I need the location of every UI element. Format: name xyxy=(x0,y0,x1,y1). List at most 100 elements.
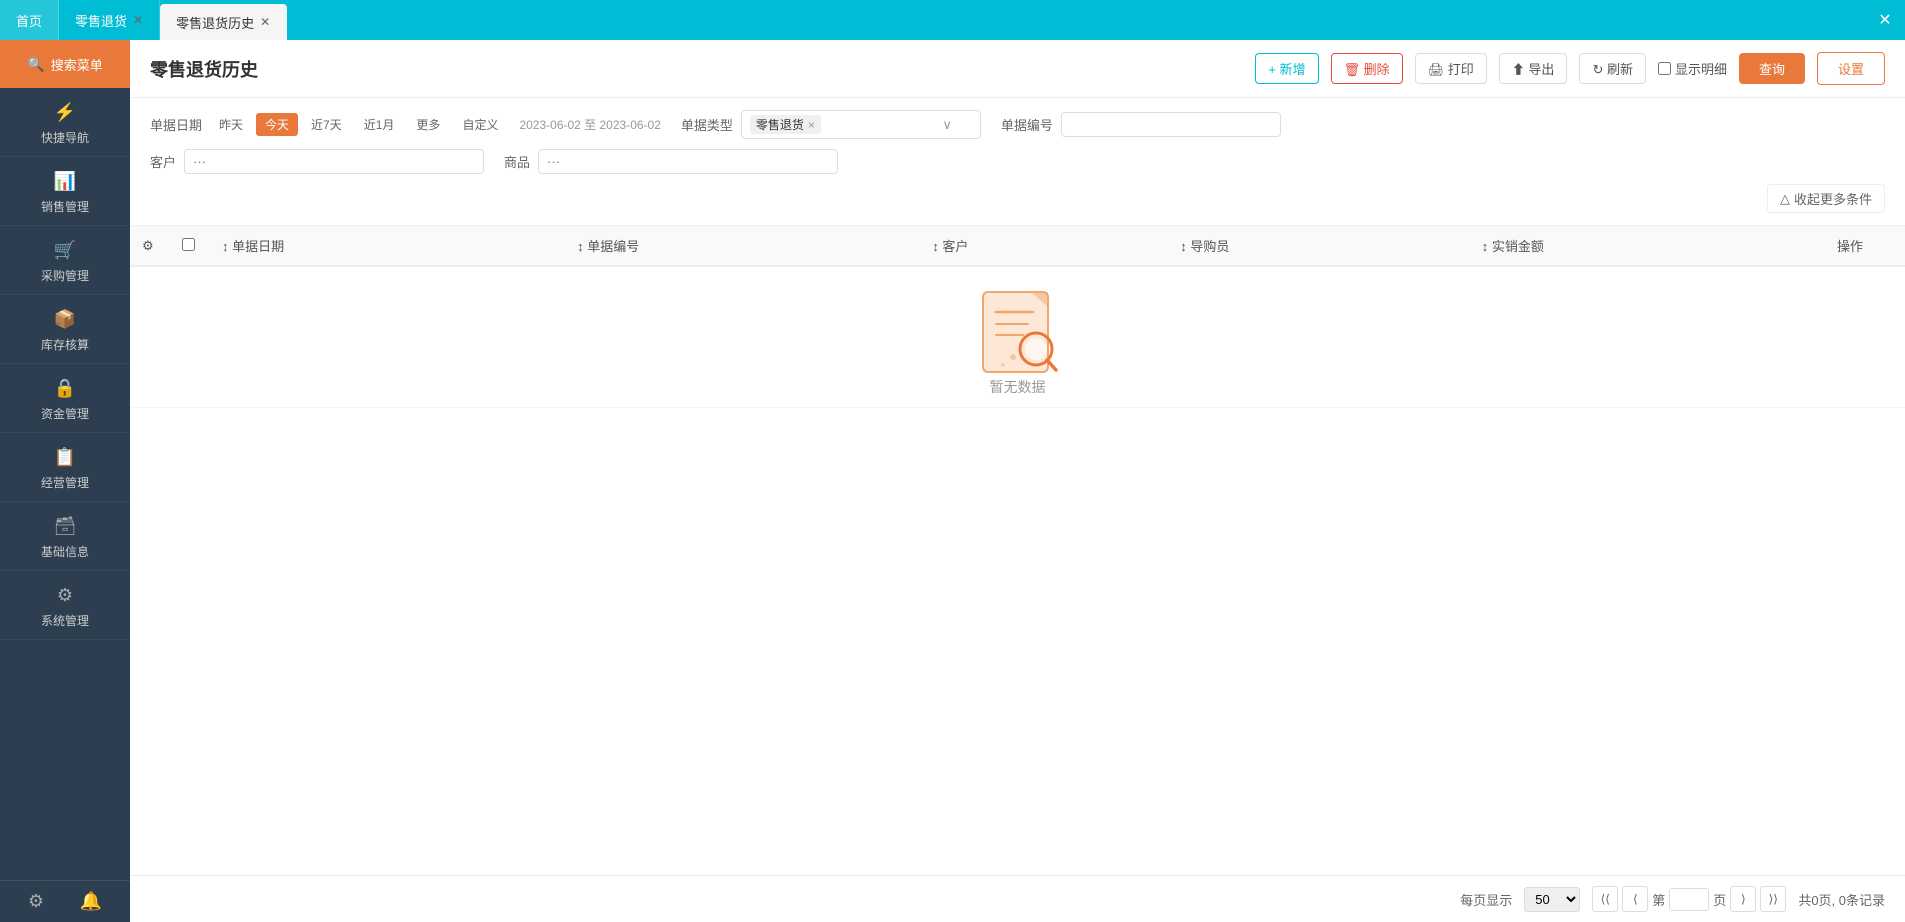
sales-icon: 📊 xyxy=(54,171,76,192)
th-amount-label: ↕ 实销金额 xyxy=(1482,239,1544,254)
export-button[interactable]: ⬆ 导出 xyxy=(1499,53,1568,84)
date-btn-more[interactable]: 更多 xyxy=(407,113,449,136)
sidebar-search-label: 搜索菜单 xyxy=(51,55,103,74)
display-detail-checkbox[interactable] xyxy=(1658,62,1671,75)
table-body: 暂无数据 xyxy=(130,266,1905,408)
th-guide[interactable]: ↕ 导购员 xyxy=(1168,226,1470,266)
collapse-btn-label: 收起更多条件 xyxy=(1794,189,1872,208)
header-actions: + 新增 🗑 删除 🖨 打印 ⬆ 导出 ↻ 刷新 显示明细 查询 设置 xyxy=(1255,52,1885,85)
sidebar-item-sales-label: 销售管理 xyxy=(41,198,89,215)
tab-home-label: 首页 xyxy=(16,11,42,30)
new-button[interactable]: + 新增 xyxy=(1255,53,1318,84)
goods-label: 商品 xyxy=(504,152,530,171)
sidebar-footer: ⚙ 🔔 xyxy=(0,880,130,922)
tab-retail-return-history-label: 零售退货历史 xyxy=(176,13,254,32)
delete-button[interactable]: 🗑 删除 xyxy=(1331,53,1403,84)
sidebar-item-finance[interactable]: 🔒 资金管理 xyxy=(0,364,130,433)
th-amount[interactable]: ↕ 实销金额 xyxy=(1470,226,1825,266)
refresh-button[interactable]: ↻ 刷新 xyxy=(1579,53,1646,84)
date-btn-yesterday[interactable]: 昨天 xyxy=(210,113,252,136)
th-guide-label: ↕ 导购员 xyxy=(1180,239,1229,254)
th-doc-date-label: ↕ 单据日期 xyxy=(222,239,284,254)
select-all-checkbox[interactable] xyxy=(182,238,195,251)
sidebar-item-finance-label: 资金管理 xyxy=(41,405,89,422)
goods-filter-group: 商品 xyxy=(504,149,838,174)
tab-home[interactable]: 首页 xyxy=(0,0,59,40)
collapse-button[interactable]: △ 收起更多条件 xyxy=(1767,184,1885,213)
doc-type-filter-group: 单据类型 零售退货 × ∨ xyxy=(681,110,981,139)
th-ops-label: 操作 xyxy=(1837,239,1863,254)
doc-type-select[interactable]: 零售退货 × ∨ xyxy=(741,110,981,139)
purchase-icon: 🛒 xyxy=(54,240,76,261)
no-data-wrapper: 暂无数据 xyxy=(142,277,1893,397)
th-doc-number[interactable]: ↕ 单据编号 xyxy=(565,226,920,266)
doc-type-tag-text: 零售退货 xyxy=(756,116,804,133)
set-button[interactable]: 设置 xyxy=(1817,52,1885,85)
per-page-select[interactable]: 10 20 50 100 xyxy=(1524,887,1580,912)
display-detail-label: 显示明细 xyxy=(1675,59,1727,78)
doc-type-chevron-icon: ∨ xyxy=(942,117,952,133)
th-doc-number-label: ↕ 单据编号 xyxy=(577,239,639,254)
customer-label: 客户 xyxy=(150,152,176,171)
doc-type-label: 单据类型 xyxy=(681,115,733,134)
page-title: 零售退货历史 xyxy=(150,56,258,82)
sidebar-item-purchase-mgmt[interactable]: 🛒 采购管理 xyxy=(0,226,130,295)
page-input[interactable]: 1 xyxy=(1669,888,1709,911)
settings-icon[interactable]: ⚙ xyxy=(142,238,154,253)
sidebar-item-system-mgmt[interactable]: ⚙ 系统管理 xyxy=(0,571,130,640)
table-footer: 每页显示 10 20 50 100 ⟨⟨ ⟨ 第 1 页 ⟩ ⟩⟩ 共0页, 0… xyxy=(130,875,1905,922)
date-btn-last7[interactable]: 近7天 xyxy=(302,113,351,136)
last-page-btn[interactable]: ⟩⟩ xyxy=(1760,886,1786,912)
print-button[interactable]: 🖨 打印 xyxy=(1415,53,1487,84)
customer-filter-group: 客户 xyxy=(150,149,484,174)
collapse-up-icon: △ xyxy=(1780,191,1790,207)
sidebar-item-operations-label: 经营管理 xyxy=(41,474,89,491)
prev-page-btn[interactable]: ⟨ xyxy=(1622,886,1648,912)
finance-icon: 🔒 xyxy=(54,378,76,399)
collapse-area: △ 收起更多条件 xyxy=(150,184,1885,213)
system-icon: ⚙ xyxy=(57,585,73,606)
th-settings[interactable]: ⚙ xyxy=(130,226,170,266)
sidebar-item-quick-nav[interactable]: ⚡ 快捷导航 xyxy=(0,88,130,157)
tab-list: 首页 零售退货 ✕ 零售退货历史 ✕ xyxy=(0,0,1865,40)
tab-retail-return-close[interactable]: ✕ xyxy=(133,13,143,27)
doc-number-input[interactable] xyxy=(1061,112,1281,137)
table-container: ⚙ ↕ 单据日期 ↕ 单据编号 ↕ 客户 xyxy=(130,226,1905,875)
empty-state-cell: 暂无数据 xyxy=(130,266,1905,408)
th-doc-date[interactable]: ↕ 单据日期 xyxy=(210,226,565,266)
window-close-btn[interactable]: ✕ xyxy=(1865,10,1905,30)
notification-icon[interactable]: 🔔 xyxy=(80,891,102,912)
goods-input[interactable] xyxy=(538,149,838,174)
date-btn-last-month[interactable]: 近1月 xyxy=(355,113,404,136)
display-detail-check[interactable]: 显示明细 xyxy=(1658,59,1727,78)
sidebar-item-inventory[interactable]: 📦 库存核算 xyxy=(0,295,130,364)
next-page-btn[interactable]: ⟩ xyxy=(1730,886,1756,912)
content-area: 零售退货历史 + 新增 🗑 删除 🖨 打印 ⬆ 导出 ↻ 刷新 显示明细 查询 … xyxy=(130,40,1905,922)
sidebar-item-operations[interactable]: 📋 经营管理 xyxy=(0,433,130,502)
th-customer[interactable]: ↕ 客户 xyxy=(920,226,1168,266)
page-unit: 页 xyxy=(1713,890,1726,909)
th-checkbox[interactable] xyxy=(170,226,210,266)
customer-input[interactable] xyxy=(184,149,484,174)
sidebar-item-base-info-label: 基础信息 xyxy=(41,543,89,560)
sidebar-item-quick-nav-label: 快捷导航 xyxy=(41,129,89,146)
search-icon: 🔍 xyxy=(27,56,44,73)
empty-state-row: 暂无数据 xyxy=(130,266,1905,408)
date-btn-today[interactable]: 今天 xyxy=(256,113,298,136)
date-btn-custom[interactable]: 自定义 xyxy=(453,113,507,136)
sidebar-search[interactable]: 🔍 搜索菜单 xyxy=(0,40,130,88)
sidebar-item-base-info[interactable]: 🗃 基础信息 xyxy=(0,502,130,571)
query-button[interactable]: 查询 xyxy=(1739,53,1805,84)
first-page-btn[interactable]: ⟨⟨ xyxy=(1592,886,1618,912)
doc-type-tag: 零售退货 × xyxy=(750,115,821,134)
tab-retail-return-history[interactable]: 零售退货历史 ✕ xyxy=(160,4,287,40)
tab-retail-return-history-close[interactable]: ✕ xyxy=(260,15,270,29)
settings-footer-icon[interactable]: ⚙ xyxy=(28,891,44,912)
th-ops: 操作 xyxy=(1825,226,1905,266)
sidebar-item-sales-mgmt[interactable]: 📊 销售管理 xyxy=(0,157,130,226)
filter-area: 单据日期 昨天 今天 近7天 近1月 更多 自定义 2023-06-02 至 2… xyxy=(130,98,1905,226)
tab-retail-return[interactable]: 零售退货 ✕ xyxy=(59,0,160,40)
doc-type-tag-close[interactable]: × xyxy=(808,118,815,132)
operations-icon: 📋 xyxy=(54,447,76,468)
date-range-display: 2023-06-02 至 2023-06-02 xyxy=(519,116,660,133)
